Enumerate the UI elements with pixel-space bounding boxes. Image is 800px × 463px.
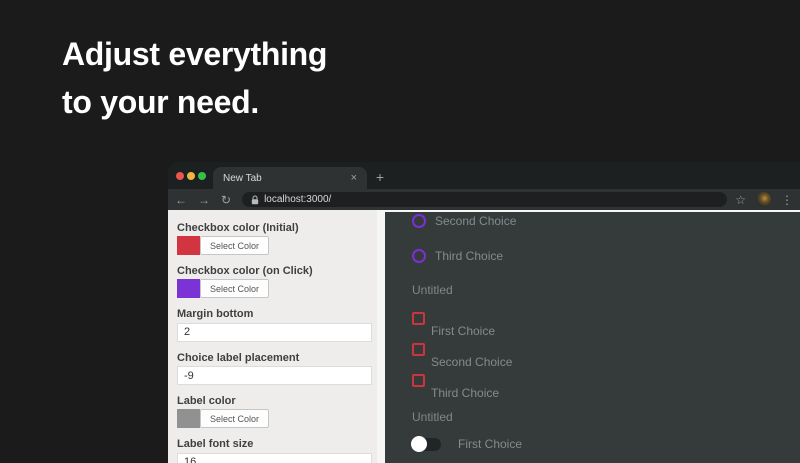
settings-panel: Checkbox color (Initial) Select Color Ch… — [168, 210, 377, 463]
browser-toolbar: ← → ↻ localhost:3000/ ☆ ⋮ — [168, 189, 800, 210]
toggle-option[interactable]: First Choice — [411, 436, 800, 452]
hero-title-line1: Adjust everything — [62, 36, 328, 72]
toggle-knob[interactable] — [411, 436, 427, 452]
field-label: Checkbox color (on Click) — [177, 265, 313, 277]
close-window-button[interactable] — [176, 172, 184, 180]
browser-menu-icon[interactable]: ⋮ — [781, 194, 793, 206]
field-label: Label color — [177, 395, 236, 407]
checkbox-icon[interactable] — [412, 312, 425, 325]
browser-tab[interactable]: New Tab × — [213, 167, 367, 189]
checkbox-icon[interactable] — [412, 343, 425, 356]
forward-icon[interactable]: → — [198, 194, 210, 206]
checkbox-icon[interactable] — [412, 374, 425, 387]
url-text: localhost:3000/ — [264, 194, 332, 205]
window-controls — [176, 172, 206, 180]
settings-field-label-font-size: Label font size — [177, 438, 377, 463]
settings-field-checkbox-color-click: Checkbox color (on Click) Select Color — [177, 265, 377, 298]
page-content: Checkbox color (Initial) Select Color Ch… — [168, 210, 800, 463]
select-color-button[interactable]: Select Color — [200, 409, 270, 428]
bookmark-star-icon[interactable]: ☆ — [735, 194, 746, 206]
hero-title-line2: to your need. — [62, 84, 260, 120]
minimize-window-button[interactable] — [187, 172, 195, 180]
field-label: Margin bottom — [177, 308, 254, 320]
tab-strip: New Tab × + — [168, 162, 800, 189]
tab-title: New Tab — [223, 172, 262, 184]
new-tab-button[interactable]: + — [371, 168, 389, 186]
checkbox-label[interactable]: Third Choice — [431, 386, 499, 400]
field-label: Choice label placement — [177, 351, 300, 364]
settings-field-checkbox-color-initial: Checkbox color (Initial) Select Color — [177, 222, 377, 255]
radio-icon[interactable] — [412, 249, 426, 263]
checkbox-label[interactable]: Second Choice — [431, 355, 512, 369]
checkbox-label[interactable]: First Choice — [431, 324, 495, 338]
settings-field-label-color: Label color Select Color — [177, 395, 377, 428]
select-color-button[interactable]: Select Color — [200, 236, 270, 255]
choice-label-placement-input[interactable] — [177, 366, 372, 385]
checkbox-option[interactable]: Second Choice — [412, 343, 800, 369]
color-swatch[interactable] — [177, 409, 200, 428]
radio-option[interactable]: Second Choice — [412, 214, 800, 228]
profile-avatar[interactable] — [756, 192, 771, 207]
browser-window: New Tab × + ← → ↻ localhost:3000/ ☆ ⋮ Ch… — [168, 162, 800, 463]
checkbox-option[interactable]: Third Choice — [412, 374, 800, 400]
select-color-button[interactable]: Select Color — [200, 279, 270, 298]
field-label: Checkbox color (Initial) — [177, 222, 299, 234]
zoom-window-button[interactable] — [198, 172, 206, 180]
settings-field-margin-bottom: Margin bottom — [177, 308, 377, 342]
toolbar-right: ☆ ⋮ — [735, 192, 793, 207]
hero-title: Adjust everything to your need. — [62, 30, 327, 126]
back-icon[interactable]: ← — [175, 194, 187, 206]
radio-icon[interactable] — [412, 214, 426, 228]
color-swatch[interactable] — [177, 236, 200, 255]
checkbox-option[interactable]: First Choice — [412, 312, 800, 338]
toggle-switch[interactable] — [411, 436, 441, 452]
question-title: Untitled — [412, 410, 453, 424]
radio-label[interactable]: Third Choice — [435, 249, 503, 263]
question-title: Untitled — [412, 283, 453, 297]
field-label: Label font size — [177, 438, 254, 450]
radio-option[interactable]: Third Choice — [412, 249, 800, 263]
radio-label[interactable]: Second Choice — [435, 214, 516, 228]
reload-icon[interactable]: ↻ — [221, 194, 231, 206]
address-bar[interactable]: localhost:3000/ — [242, 192, 728, 207]
close-tab-icon[interactable]: × — [351, 172, 357, 184]
lock-icon — [251, 195, 259, 204]
color-swatch[interactable] — [177, 279, 200, 298]
margin-bottom-input[interactable] — [177, 322, 372, 342]
toggle-label[interactable]: First Choice — [458, 437, 522, 451]
form-preview: Second Choice Third Choice Untitled Firs… — [385, 212, 800, 463]
label-font-size-input[interactable] — [177, 452, 372, 463]
page: Adjust everything to your need. New Tab … — [0, 0, 800, 463]
settings-field-choice-label-placement: Choice label placement — [177, 351, 377, 385]
